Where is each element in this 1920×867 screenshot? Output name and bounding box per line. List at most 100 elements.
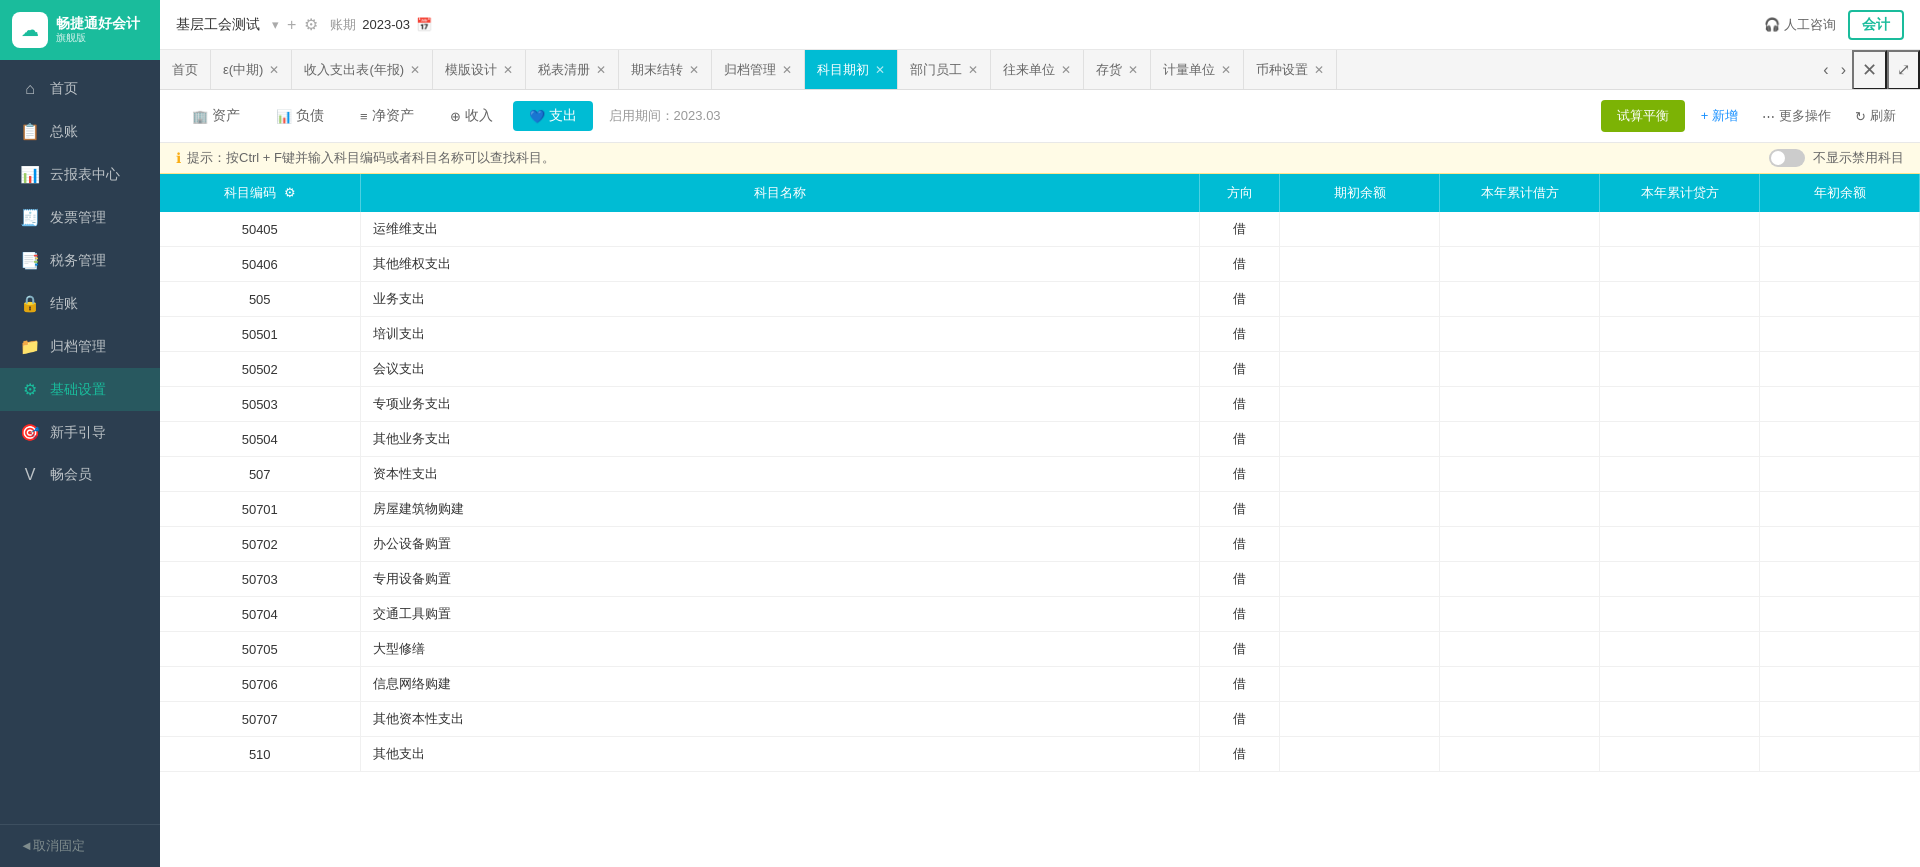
sub-tab-net_asset[interactable]: ≡ 净资产 (344, 101, 430, 131)
table-row[interactable]: 50706 信息网络购建 借 (160, 667, 1920, 702)
tab-template[interactable]: 模版设计✕ (433, 50, 526, 90)
col-settings-icon[interactable]: ⚙ (284, 185, 296, 200)
table-row[interactable]: 50504 其他业务支出 借 (160, 422, 1920, 457)
collapse-label: ◄取消固定 (20, 837, 85, 855)
main-area: 基层工会测试 ▾ + ⚙ 账期 2023-03 📅 🎧 人工咨询 会计 首页ε(… (160, 0, 1920, 867)
tab-prev-btn[interactable]: ‹ (1817, 50, 1834, 90)
tab-partners[interactable]: 往来单位✕ (991, 50, 1084, 90)
table-row[interactable]: 507 资本性支出 借 (160, 457, 1920, 492)
cell-debit-2 (1440, 282, 1600, 317)
table-row[interactable]: 50503 专项业务支出 借 (160, 387, 1920, 422)
cell-opening-3 (1280, 317, 1440, 352)
tab-tax[interactable]: 税表清册✕ (526, 50, 619, 90)
sidebar-item-archives[interactable]: 📁 归档管理 (0, 325, 160, 368)
tab-close-subject_init[interactable]: ✕ (875, 63, 885, 77)
sidebar-item-reports[interactable]: 📊 云报表中心 (0, 153, 160, 196)
tab-unit[interactable]: 计量单位✕ (1151, 50, 1244, 90)
table-row[interactable]: 50701 房屋建筑物购建 借 (160, 492, 1920, 527)
sidebar-item-home[interactable]: ⌂ 首页 (0, 68, 160, 110)
dropdown-icon[interactable]: ▾ (272, 17, 279, 32)
cell-opening-7 (1280, 457, 1440, 492)
cell-name-4: 会议支出 (360, 352, 1200, 387)
tab-stock[interactable]: 存货✕ (1084, 50, 1151, 90)
table-row[interactable]: 50707 其他资本性支出 借 (160, 702, 1920, 737)
tab-close-stock[interactable]: ✕ (1128, 63, 1138, 77)
sub-tab-expenditure[interactable]: 💙 支出 (513, 101, 593, 131)
table-row[interactable]: 510 其他支出 借 (160, 737, 1920, 772)
table-row[interactable]: 50704 交通工具购置 借 (160, 597, 1920, 632)
table-row[interactable]: 50705 大型修缮 借 (160, 632, 1920, 667)
cell-code-13: 50706 (160, 667, 360, 702)
tab-close-template[interactable]: ✕ (503, 63, 513, 77)
balance-button[interactable]: 试算平衡 (1601, 100, 1685, 132)
tab-close-currency[interactable]: ✕ (1314, 63, 1324, 77)
table-row[interactable]: 505 业务支出 借 (160, 282, 1920, 317)
cell-name-3: 培训支出 (360, 317, 1200, 352)
sidebar-item-guide[interactable]: 🎯 新手引导 (0, 411, 160, 454)
tab-expand-btn[interactable]: ⤢ (1887, 50, 1920, 90)
sidebar-item-invoice[interactable]: 🧾 发票管理 (0, 196, 160, 239)
tab-period_end[interactable]: 期末结转✕ (619, 50, 712, 90)
tab-close-partners[interactable]: ✕ (1061, 63, 1071, 77)
tab-close-all-btn[interactable]: ✕ (1852, 50, 1887, 90)
cell-direction-14: 借 (1200, 702, 1280, 737)
tab-close-period[interactable]: ✕ (269, 63, 279, 77)
tab-currency[interactable]: 币种设置✕ (1244, 50, 1337, 90)
tab-close-department[interactable]: ✕ (968, 63, 978, 77)
app-logo: ☁ 畅捷通好会计 旗舰版 (0, 0, 160, 60)
tab-label-subject_init: 科目期初 (817, 61, 869, 79)
tab-label-archive: 归档管理 (724, 61, 776, 79)
tab-next-btn[interactable]: › (1835, 50, 1852, 90)
account-badge[interactable]: 会计 (1848, 10, 1904, 40)
cell-name-0: 运维维支出 (360, 212, 1200, 247)
table-row[interactable]: 50702 办公设备购置 借 (160, 527, 1920, 562)
add-icon[interactable]: + (287, 16, 296, 34)
tab-income[interactable]: 收入支出表(年报)✕ (292, 50, 433, 90)
cell-credit-13 (1600, 667, 1760, 702)
tab-close-archive[interactable]: ✕ (782, 63, 792, 77)
table-row[interactable]: 50501 培训支出 借 (160, 317, 1920, 352)
tab-close-income[interactable]: ✕ (410, 63, 420, 77)
sidebar-item-closing[interactable]: 🔒 结账 (0, 282, 160, 325)
period-value: 2023-03 (362, 17, 410, 32)
table-header-row: 科目编码 ⚙ 科目名称 方向 期初余额 本年累计借方 本年累计贷方 年初余额 (160, 174, 1920, 212)
more-button[interactable]: ⋯ 更多操作 (1754, 103, 1839, 129)
add-button[interactable]: + 新增 (1693, 103, 1746, 129)
period-display: 启用期间：2023.03 (609, 107, 721, 125)
cell-year-open-14 (1760, 702, 1920, 737)
cell-name-10: 专用设备购置 (360, 562, 1200, 597)
account-label: 会计 (1862, 16, 1890, 32)
cell-year-open-4 (1760, 352, 1920, 387)
sub-tab-income_tab[interactable]: ⊕ 收入 (434, 101, 509, 131)
table-row[interactable]: 50703 专用设备购置 借 (160, 562, 1920, 597)
sidebar-item-settings[interactable]: ⚙ 基础设置 (0, 368, 160, 411)
sidebar-item-ledger[interactable]: 📋 总账 (0, 110, 160, 153)
sub-tab-label-income_tab: 收入 (465, 107, 493, 125)
tab-department[interactable]: 部门员工✕ (898, 50, 991, 90)
sub-tab-liability[interactable]: 📊 负债 (260, 101, 340, 131)
sidebar-item-member[interactable]: V 畅会员 (0, 454, 160, 496)
calendar-icon[interactable]: 📅 (416, 17, 432, 32)
cell-direction-0: 借 (1200, 212, 1280, 247)
table-row[interactable]: 50502 会议支出 借 (160, 352, 1920, 387)
tab-subject_init[interactable]: 科目期初 ✕ (805, 50, 898, 90)
table-row[interactable]: 50406 其他维权支出 借 (160, 247, 1920, 282)
table-row[interactable]: 50405 运维维支出 借 (160, 212, 1920, 247)
tab-close-unit[interactable]: ✕ (1221, 63, 1231, 77)
settings-icon[interactable]: ⚙ (304, 15, 318, 34)
tab-period[interactable]: ε(中期)✕ (211, 50, 292, 90)
tab-archive[interactable]: 归档管理 ✕ (712, 50, 805, 90)
sub-tab-asset[interactable]: 🏢 资产 (176, 101, 256, 131)
info-icon: ℹ (176, 150, 181, 166)
tab-home[interactable]: 首页 (160, 50, 211, 90)
nav-label-home: 首页 (50, 80, 78, 98)
support-button[interactable]: 🎧 人工咨询 (1764, 16, 1836, 34)
disabled-toggle[interactable] (1769, 149, 1805, 167)
tab-close-period_end[interactable]: ✕ (689, 63, 699, 77)
refresh-button[interactable]: ↻ 刷新 (1847, 103, 1904, 129)
data-table-container[interactable]: 科目编码 ⚙ 科目名称 方向 期初余额 本年累计借方 本年累计贷方 年初余额 5… (160, 174, 1920, 867)
sidebar-collapse-btn[interactable]: ◄取消固定 (0, 824, 160, 867)
sidebar-item-tax[interactable]: 📑 税务管理 (0, 239, 160, 282)
nav-label-reports: 云报表中心 (50, 166, 120, 184)
tab-close-tax[interactable]: ✕ (596, 63, 606, 77)
